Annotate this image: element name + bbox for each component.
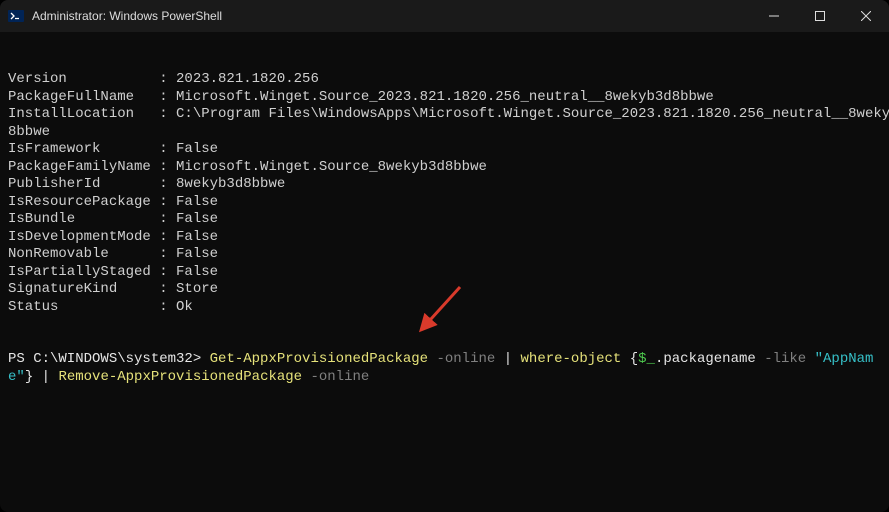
- flag: -online: [428, 351, 495, 367]
- powershell-window: Administrator: Windows PowerShell Versio…: [0, 0, 889, 512]
- cmdlet: Remove-AppxProvisionedPackage: [58, 369, 302, 385]
- brace: {: [621, 351, 638, 367]
- output-line: PackageFullName : Microsoft.Winget.Sourc…: [8, 89, 881, 107]
- output-line: IsPartiallyStaged : False: [8, 264, 881, 282]
- powershell-icon: [8, 8, 24, 24]
- output-line: IsResourcePackage : False: [8, 194, 881, 212]
- output-line: InstallLocation : C:\Program Files\Windo…: [8, 106, 881, 124]
- terminal-output[interactable]: Version : 2023.821.1820.256PackageFullNa…: [0, 32, 889, 512]
- flag: -like: [756, 351, 815, 367]
- output-line: Version : 2023.821.1820.256: [8, 71, 881, 89]
- pipe: |: [33, 369, 58, 385]
- flag: -online: [302, 369, 369, 385]
- output-line: IsFramework : False: [8, 141, 881, 159]
- brace: }: [25, 369, 33, 385]
- output-line: PackageFamilyName : Microsoft.Winget.Sou…: [8, 159, 881, 177]
- output-line: PublisherId : 8wekyb3d8bbwe: [8, 176, 881, 194]
- output-line: IsDevelopmentMode : False: [8, 229, 881, 247]
- titlebar[interactable]: Administrator: Windows PowerShell: [0, 0, 889, 32]
- output-line: Status : Ok: [8, 299, 881, 317]
- prompt-prefix: PS C:\WINDOWS\system32>: [8, 351, 210, 367]
- pipe: |: [495, 351, 520, 367]
- blank-line: [8, 334, 881, 352]
- output-line: NonRemovable : False: [8, 246, 881, 264]
- output-line-continuation: 8bbwe: [8, 124, 881, 142]
- prompt-line[interactable]: PS C:\WINDOWS\system32> Get-AppxProvisio…: [8, 351, 881, 386]
- maximize-button[interactable]: [797, 0, 843, 32]
- variable: $_: [638, 351, 655, 367]
- window-title: Administrator: Windows PowerShell: [32, 9, 222, 23]
- output-line: SignatureKind : Store: [8, 281, 881, 299]
- cmdlet: Get-AppxProvisionedPackage: [210, 351, 428, 367]
- blank-line: [8, 316, 881, 334]
- cmdlet: where-object: [521, 351, 622, 367]
- minimize-button[interactable]: [751, 0, 797, 32]
- output-line: IsBundle : False: [8, 211, 881, 229]
- member: .packagename: [655, 351, 756, 367]
- close-button[interactable]: [843, 0, 889, 32]
